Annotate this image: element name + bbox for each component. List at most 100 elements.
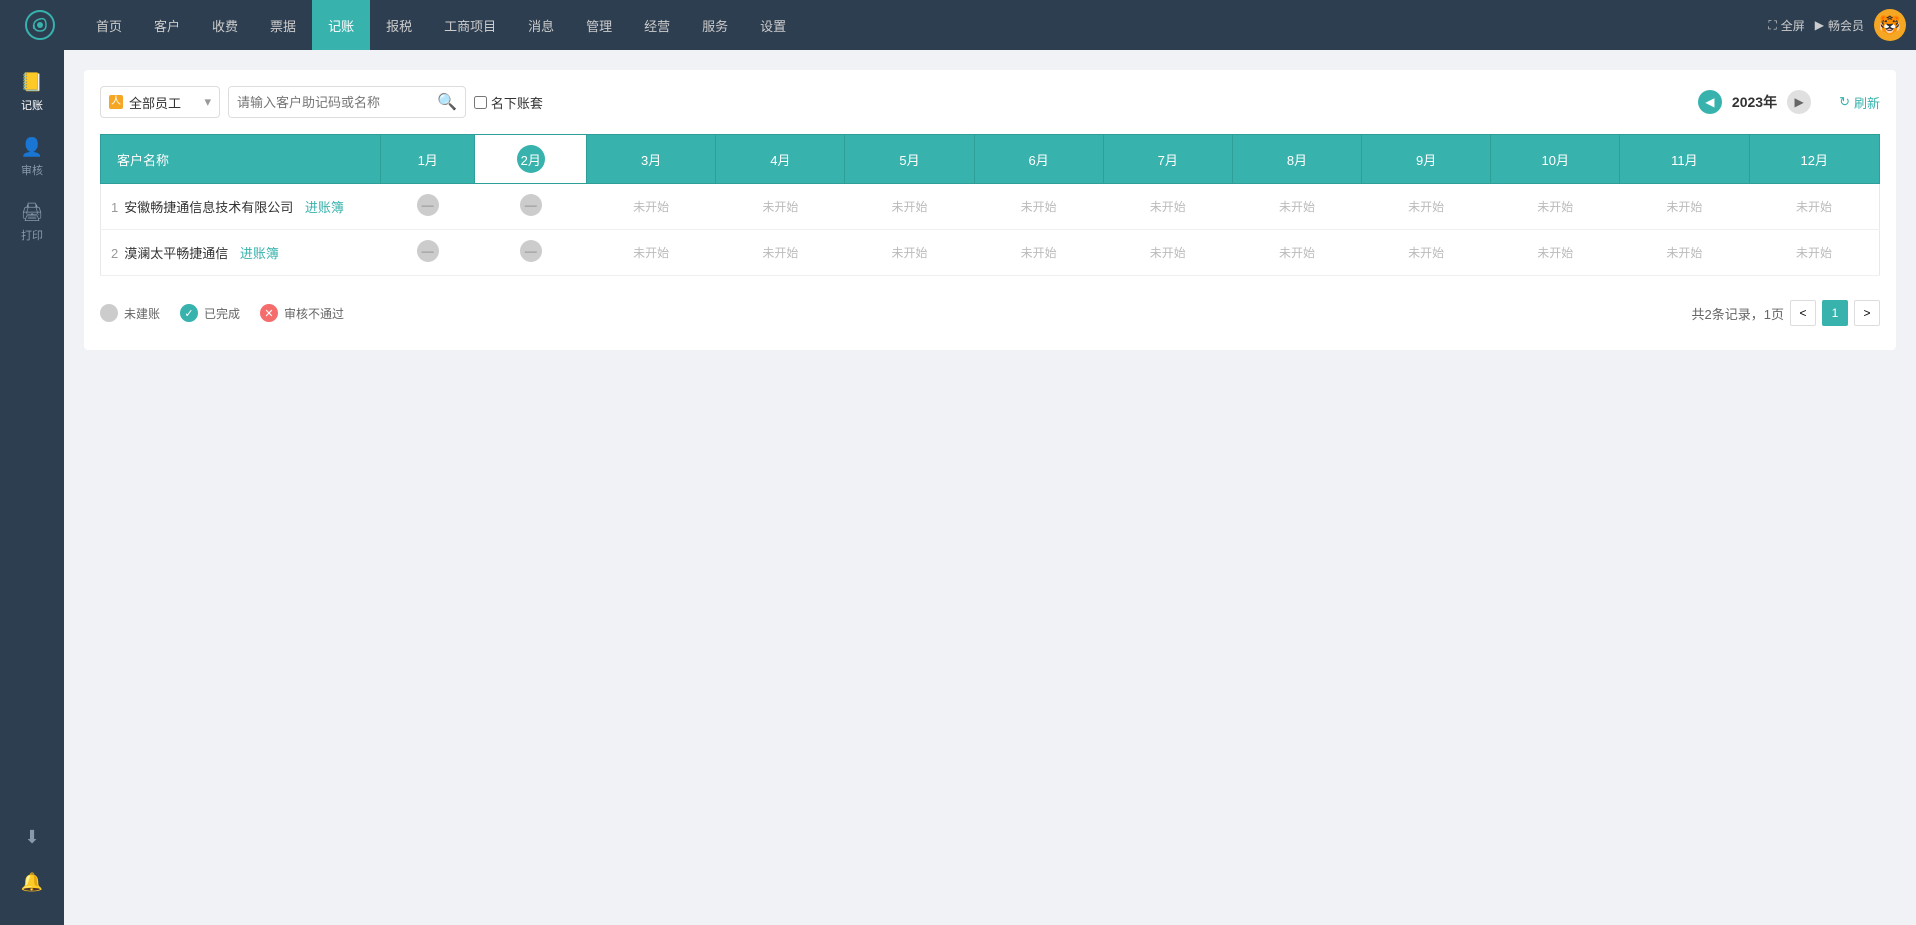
audit-icon: 👤: [21, 137, 43, 158]
legend-not-created: 未建账: [100, 304, 160, 322]
enter-ledger-link[interactable]: 进账簿: [240, 246, 279, 261]
search-box: 🔍: [228, 86, 466, 118]
fullscreen-icon: ⛶: [1768, 18, 1776, 33]
row-num: 2: [111, 246, 118, 261]
year-prev-button[interactable]: ◀: [1698, 90, 1722, 114]
active-month-circle: 2月: [517, 145, 545, 173]
employee-select[interactable]: 人 全部员工 ▾: [100, 86, 220, 118]
account-checkbox-label[interactable]: 名下账套: [474, 93, 543, 112]
nav-manage[interactable]: 管理: [570, 0, 628, 50]
sidebar-download[interactable]: ⬇: [21, 815, 43, 860]
nav-settings[interactable]: 设置: [744, 0, 802, 50]
nav-operation[interactable]: 经营: [628, 0, 686, 50]
table-body: 1安徽畅捷通信息技术有限公司 进账簿未开始未开始未开始未开始未开始未开始未开始未…: [101, 184, 1880, 276]
col-header-mar: 3月: [587, 135, 716, 184]
row-0-month-5: 未开始: [974, 184, 1103, 230]
nav-invoice[interactable]: 票据: [254, 0, 312, 50]
nav-service[interactable]: 服务: [686, 0, 744, 50]
vip-button[interactable]: ▶ 畅会员: [1815, 17, 1864, 34]
row-1-month-1[interactable]: [475, 230, 587, 276]
pagination: 共2条记录，1页 < 1 >: [1692, 300, 1880, 326]
row-0-name-cell: 1 安徽畅捷通信息技术有限公司 进账簿: [101, 184, 381, 230]
sidebar-notification[interactable]: 🔔: [21, 860, 43, 905]
download-icon: ⬇: [24, 827, 39, 848]
row-1-month-11: 未开始: [1749, 230, 1880, 276]
year-next-button[interactable]: ▶: [1787, 90, 1811, 114]
row-1-month-7: 未开始: [1232, 230, 1361, 276]
row-1-month-8: 未开始: [1362, 230, 1491, 276]
employee-icon: 人: [109, 95, 123, 109]
app-logo[interactable]: [10, 9, 70, 41]
dropdown-arrow-icon: ▾: [204, 94, 211, 110]
row-1-name-cell: 2漠澜太平畅捷通信 进账簿: [101, 230, 381, 276]
nav-home[interactable]: 首页: [80, 0, 138, 50]
nav-menu: 首页 客户 收费 票据 记账 报税 工商项目 消息 管理 经营 服务 设置: [80, 0, 1768, 50]
sidebar-bottom: ⬇ 🔔: [21, 815, 43, 925]
prev-page-button[interactable]: <: [1790, 300, 1816, 326]
legend-rejected: ✕ 审核不通过: [260, 304, 344, 322]
legend-completed: ✓ 已完成: [180, 304, 240, 322]
row-0-month-9: 未开始: [1491, 184, 1620, 230]
content-card: 人 全部员工 ▾ 🔍 名下账套 ◀ 2023年 ▶ ↻: [84, 70, 1896, 350]
sidebar: 📒 记账 👤 审核 🖨 打印 ⬇ 🔔: [0, 50, 64, 925]
enter-ledger-link[interactable]: 进账簿: [305, 200, 344, 215]
toolbar: 人 全部员工 ▾ 🔍 名下账套 ◀ 2023年 ▶ ↻: [100, 86, 1880, 118]
legend-dot-gray: [100, 304, 118, 322]
sidebar-item-bookkeeping[interactable]: 📒 记账: [0, 60, 64, 125]
nav-business[interactable]: 工商项目: [428, 0, 512, 50]
col-header-dec: 12月: [1749, 135, 1880, 184]
col-header-oct: 10月: [1491, 135, 1620, 184]
sidebar-item-audit[interactable]: 👤 审核: [0, 125, 64, 190]
col-header-nov: 11月: [1620, 135, 1749, 184]
col-header-name: 客户名称: [101, 135, 381, 184]
bell-icon: 🔔: [21, 872, 43, 893]
customer-name: 安徽畅捷通信息技术有限公司: [124, 200, 293, 215]
current-page-button[interactable]: 1: [1822, 300, 1848, 326]
fullscreen-button[interactable]: ⛶ 全屏: [1768, 17, 1804, 34]
nav-billing[interactable]: 收费: [196, 0, 254, 50]
row-0-month-3: 未开始: [716, 184, 845, 230]
user-avatar[interactable]: 🐯: [1874, 9, 1906, 41]
col-header-aug: 8月: [1232, 135, 1361, 184]
row-1-month-0[interactable]: [381, 230, 475, 276]
refresh-button[interactable]: ↻ 刷新: [1839, 93, 1880, 112]
row-0-month-0[interactable]: [381, 184, 475, 230]
col-header-may: 5月: [845, 135, 974, 184]
row-0-month-10: 未开始: [1620, 184, 1749, 230]
status-circle-icon[interactable]: [417, 240, 439, 262]
row-1-month-5: 未开始: [974, 230, 1103, 276]
table-row: 2漠澜太平畅捷通信 进账簿未开始未开始未开始未开始未开始未开始未开始未开始未开始…: [101, 230, 1880, 276]
bookkeeping-table: 客户名称 1月 2月 3月 4月 5月 6月 7月 8月 9月 10月 11月: [100, 134, 1880, 276]
col-header-jun: 6月: [974, 135, 1103, 184]
col-header-feb: 2月: [475, 135, 587, 184]
status-circle-icon[interactable]: [520, 194, 542, 216]
main-content: 人 全部员工 ▾ 🔍 名下账套 ◀ 2023年 ▶ ↻: [64, 50, 1916, 925]
row-0-month-11: 未开始: [1749, 184, 1880, 230]
row-1-month-2: 未开始: [587, 230, 716, 276]
col-header-jan: 1月: [381, 135, 475, 184]
table-wrapper: 客户名称 1月 2月 3月 4月 5月 6月 7月 8月 9月 10月 11月: [100, 134, 1880, 276]
legend-dot-red: ✕: [260, 304, 278, 322]
search-button[interactable]: 🔍: [429, 87, 465, 117]
refresh-icon: ↻: [1839, 94, 1850, 110]
next-page-button[interactable]: >: [1854, 300, 1880, 326]
row-num: 1: [111, 200, 118, 215]
table-row: 1安徽畅捷通信息技术有限公司 进账簿未开始未开始未开始未开始未开始未开始未开始未…: [101, 184, 1880, 230]
nav-tax[interactable]: 报税: [370, 0, 428, 50]
row-0-month-6: 未开始: [1103, 184, 1232, 230]
row-0-month-1[interactable]: [475, 184, 587, 230]
row-1-month-3: 未开始: [716, 230, 845, 276]
account-checkbox[interactable]: [474, 96, 487, 109]
nav-customer[interactable]: 客户: [138, 0, 196, 50]
status-circle-icon[interactable]: [417, 194, 439, 216]
search-input[interactable]: [229, 87, 429, 117]
row-1-month-6: 未开始: [1103, 230, 1232, 276]
video-icon: ▶: [1815, 18, 1824, 32]
nav-bookkeeping[interactable]: 记账: [312, 0, 370, 50]
row-1-month-10: 未开始: [1620, 230, 1749, 276]
sidebar-item-print[interactable]: 🖨 打印: [0, 190, 64, 255]
nav-message[interactable]: 消息: [512, 0, 570, 50]
col-header-apr: 4月: [716, 135, 845, 184]
legend-dot-teal: ✓: [180, 304, 198, 322]
status-circle-icon[interactable]: [520, 240, 542, 262]
